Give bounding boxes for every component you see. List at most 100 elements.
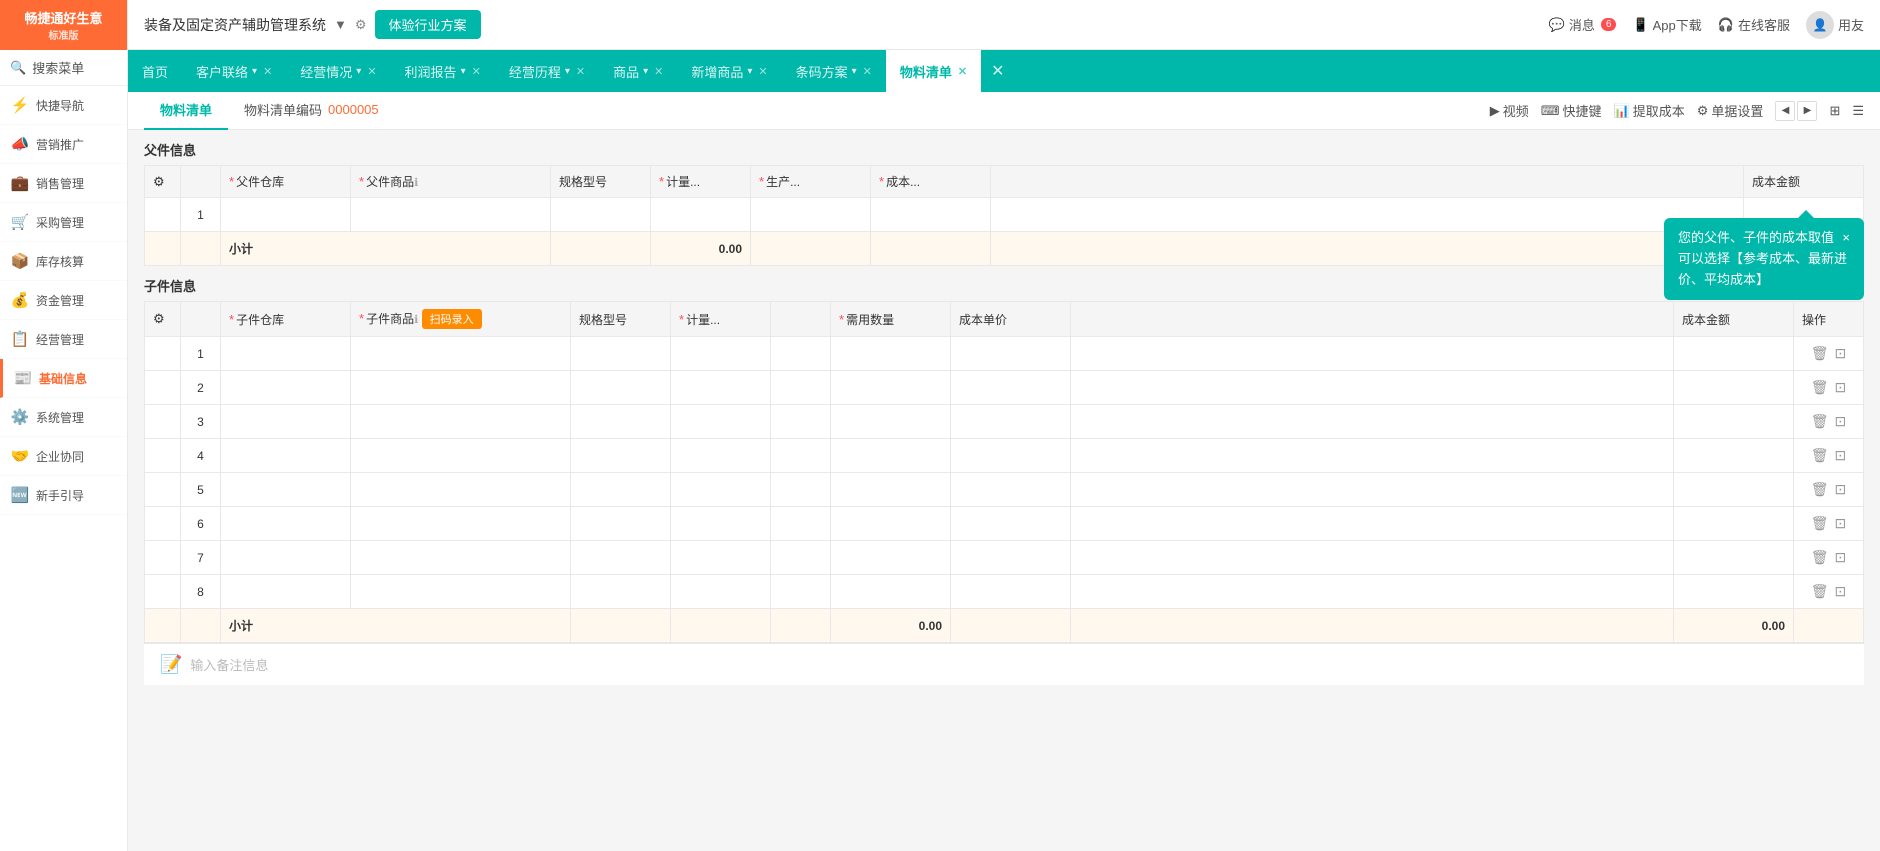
- next-arrow[interactable]: ▶: [1797, 101, 1817, 121]
- child-row-3-delete-icon[interactable]: 🗑: [1811, 413, 1829, 430]
- tab-home[interactable]: 首页: [128, 50, 182, 92]
- child-row-2-spec[interactable]: [571, 371, 671, 405]
- child-row-6-product[interactable]: [351, 507, 571, 541]
- child-row-5-delete-icon[interactable]: 🗑: [1811, 481, 1829, 498]
- tab-ops-status[interactable]: 经营情况▾✕: [286, 50, 390, 92]
- child-row-7-unit[interactable]: [671, 541, 771, 575]
- tab-ops-status-close[interactable]: ✕: [367, 65, 376, 78]
- child-row-4-copy-icon[interactable]: ⊡: [1835, 447, 1847, 464]
- child-row-6-warehouse[interactable]: [221, 507, 351, 541]
- sidebar-item-basic[interactable]: 📰 基础信息: [0, 359, 127, 398]
- child-row-1-product[interactable]: [351, 337, 571, 371]
- tab-customer-close[interactable]: ✕: [263, 65, 272, 78]
- child-row-2-product[interactable]: [351, 371, 571, 405]
- child-row-8-spec[interactable]: [571, 575, 671, 609]
- parent-col-settings[interactable]: ⚙: [145, 166, 181, 198]
- tab-ops-history-close[interactable]: ✕: [576, 65, 585, 78]
- child-row-5-copy-icon[interactable]: ⊡: [1835, 481, 1847, 498]
- parent-row-1-production[interactable]: [751, 198, 871, 232]
- tab-ops-history[interactable]: 经营历程▾✕: [495, 50, 599, 92]
- single-settings-btn[interactable]: ⚙ 单据设置: [1697, 101, 1764, 120]
- child-row-1-warehouse[interactable]: [221, 337, 351, 371]
- tab-new-goods[interactable]: 新增商品▾✕: [677, 50, 781, 92]
- child-row-4-product[interactable]: [351, 439, 571, 473]
- child-row-1-delete-icon[interactable]: 🗑: [1811, 345, 1829, 362]
- scan-btn[interactable]: 扫码录入: [422, 309, 482, 329]
- child-row-5-unit[interactable]: [671, 473, 771, 507]
- sidebar-item-marketing[interactable]: 📣 营销推广: [0, 125, 127, 164]
- tab-new-goods-close[interactable]: ✕: [758, 65, 767, 78]
- sidebar-item-inventory[interactable]: 📦 库存核算: [0, 242, 127, 281]
- child-row-6-unit-cost[interactable]: [951, 507, 1071, 541]
- child-row-8-copy-icon[interactable]: ⊡: [1835, 583, 1847, 600]
- child-row-8-unit-cost[interactable]: [951, 575, 1071, 609]
- child-row-8-warehouse[interactable]: [221, 575, 351, 609]
- child-row-1-unit[interactable]: [671, 337, 771, 371]
- parent-row-1-unit[interactable]: [651, 198, 751, 232]
- child-row-6-unit[interactable]: [671, 507, 771, 541]
- sub-tab-bom[interactable]: 物料清单: [144, 92, 228, 130]
- child-row-2-delete-icon[interactable]: 🗑: [1811, 379, 1829, 396]
- prev-arrow[interactable]: ◀: [1775, 101, 1795, 121]
- child-row-3-unit[interactable]: [671, 405, 771, 439]
- child-row-6-qty[interactable]: [831, 507, 951, 541]
- list-view-btn[interactable]: ☰: [1852, 103, 1864, 119]
- child-row-6-copy-icon[interactable]: ⊡: [1835, 515, 1847, 532]
- child-row-3-warehouse[interactable]: [221, 405, 351, 439]
- tab-customer[interactable]: 客户联络▾✕: [182, 50, 286, 92]
- tab-profit[interactable]: 利润报告▾✕: [391, 50, 495, 92]
- video-btn[interactable]: ▶ 视频: [1490, 101, 1529, 120]
- notes-placeholder[interactable]: 输入备注信息: [190, 655, 268, 674]
- child-row-1-unit-cost[interactable]: [951, 337, 1071, 371]
- child-row-5-product[interactable]: [351, 473, 571, 507]
- child-row-8-unit[interactable]: [671, 575, 771, 609]
- tab-profit-close[interactable]: ✕: [472, 65, 481, 78]
- child-row-7-product[interactable]: [351, 541, 571, 575]
- child-row-6-delete-icon[interactable]: 🗑: [1811, 515, 1829, 532]
- parent-row-1-product[interactable]: [351, 198, 551, 232]
- tab-barcode-close[interactable]: ✕: [863, 65, 872, 78]
- sidebar-item-ops[interactable]: 📋 经营管理: [0, 320, 127, 359]
- parent-row-1-spec[interactable]: [551, 198, 651, 232]
- child-row-3-spec[interactable]: [571, 405, 671, 439]
- child-row-8-delete-icon[interactable]: 🗑: [1811, 583, 1829, 600]
- child-row-3-product[interactable]: [351, 405, 571, 439]
- tab-goods[interactable]: 商品▾✕: [599, 50, 677, 92]
- child-row-5-spec[interactable]: [571, 473, 671, 507]
- sidebar-item-quick-nav[interactable]: ⚡ 快捷导航: [0, 86, 127, 125]
- sidebar-item-system[interactable]: ⚙️ 系统管理: [0, 398, 127, 437]
- child-row-4-delete-icon[interactable]: 🗑: [1811, 447, 1829, 464]
- message-icon-item[interactable]: 💬 消息 6: [1549, 15, 1617, 34]
- child-row-4-qty[interactable]: [831, 439, 951, 473]
- child-row-8-qty[interactable]: [831, 575, 951, 609]
- app-download-item[interactable]: 📱 App下载: [1632, 15, 1701, 34]
- sidebar-item-purchase[interactable]: 🛒 采购管理: [0, 203, 127, 242]
- online-service-item[interactable]: 🎧 在线客服: [1718, 15, 1790, 34]
- parent-row-1-cost[interactable]: [871, 198, 991, 232]
- child-row-5-qty[interactable]: [831, 473, 951, 507]
- child-row-5-unit-cost[interactable]: [951, 473, 1071, 507]
- child-row-4-unit-cost[interactable]: [951, 439, 1071, 473]
- child-row-3-unit-cost[interactable]: [951, 405, 1071, 439]
- child-row-7-qty[interactable]: [831, 541, 951, 575]
- child-row-7-copy-icon[interactable]: ⊡: [1835, 549, 1847, 566]
- child-row-2-unit[interactable]: [671, 371, 771, 405]
- tab-goods-close[interactable]: ✕: [654, 65, 663, 78]
- tooltip-close[interactable]: ×: [1842, 228, 1850, 249]
- grid-view-btn[interactable]: ⊞: [1829, 103, 1840, 119]
- child-row-4-spec[interactable]: [571, 439, 671, 473]
- user-item[interactable]: 👤 用友: [1806, 11, 1864, 39]
- child-row-7-delete-icon[interactable]: 🗑: [1811, 549, 1829, 566]
- child-row-2-warehouse[interactable]: [221, 371, 351, 405]
- parent-row-1-warehouse[interactable]: [221, 198, 351, 232]
- tab-bom[interactable]: 物料清单✕: [886, 50, 981, 92]
- tab-barcode[interactable]: 条码方案▾✕: [782, 50, 886, 92]
- header-dropdown-icon[interactable]: ▼: [334, 17, 347, 32]
- sidebar-item-finance[interactable]: 💰 资金管理: [0, 281, 127, 320]
- child-row-7-warehouse[interactable]: [221, 541, 351, 575]
- tab-bom-close[interactable]: ✕: [958, 65, 967, 78]
- sidebar-item-collab[interactable]: 🤝 企业协同: [0, 437, 127, 476]
- child-row-3-copy-icon[interactable]: ⊡: [1835, 413, 1847, 430]
- experience-btn[interactable]: 体验行业方案: [375, 10, 481, 39]
- child-row-4-unit[interactable]: [671, 439, 771, 473]
